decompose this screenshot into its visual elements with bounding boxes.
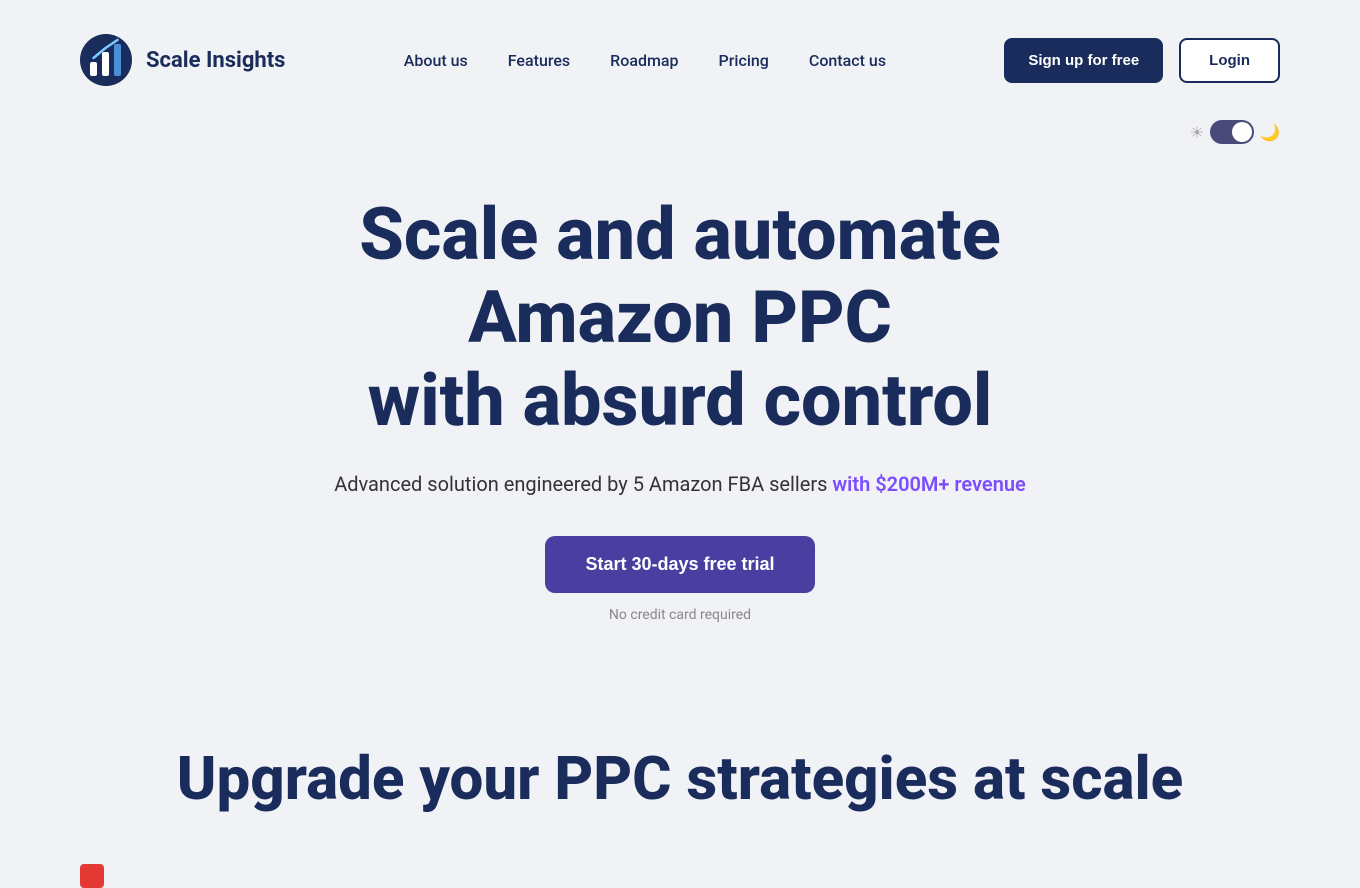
logo-text: Scale Insights [146,48,285,73]
nav-item-roadmap[interactable]: Roadmap [610,51,678,70]
upgrade-section: Upgrade your PPC strategies at scale [0,683,1360,864]
nav-item-about[interactable]: About us [404,51,468,70]
theme-toggle-track[interactable] [1210,120,1254,144]
hero-title: Scale and automate Amazon PPC with absur… [230,194,1130,442]
theme-toggle-thumb [1232,122,1252,142]
hero-section: Scale and automate Amazon PPC with absur… [0,154,1360,683]
nav-item-contact[interactable]: Contact us [809,51,886,70]
red-square-indicator [80,864,104,888]
theme-toggle-area: ☀ 🌙 [0,120,1360,144]
theme-toggle-wrapper: ☀ 🌙 [1190,120,1280,144]
nav-item-features[interactable]: Features [508,51,570,70]
cta-wrapper: Start 30-days free trial No credit card … [80,536,1280,623]
trial-button[interactable]: Start 30-days free trial [545,536,814,593]
upgrade-indicator [0,864,1360,888]
upgrade-title: Upgrade your PPC strategies at scale [80,743,1280,814]
hero-subtitle-highlight: with $200M+ revenue [832,472,1025,496]
header-actions: Sign up for free Login [1004,38,1280,83]
main-nav: About us Features Roadmap Pricing Contac… [404,51,886,70]
signup-button[interactable]: Sign up for free [1004,38,1163,83]
moon-icon: 🌙 [1260,123,1280,142]
logo-icon [80,34,132,86]
sun-icon: ☀ [1190,123,1204,142]
login-button[interactable]: Login [1179,38,1280,83]
hero-title-line1: Scale and automate Amazon PPC [359,192,1001,360]
nav-item-pricing[interactable]: Pricing [719,51,769,70]
hero-subtitle-plain: Advanced solution engineered by 5 Amazon… [334,472,832,496]
site-header: Scale Insights About us Features Roadmap… [0,0,1360,120]
hero-title-line2: with absurd control [368,358,993,443]
no-credit-text: No credit card required [80,607,1280,623]
logo-link[interactable]: Scale Insights [80,34,285,86]
hero-subtitle: Advanced solution engineered by 5 Amazon… [80,472,1280,496]
